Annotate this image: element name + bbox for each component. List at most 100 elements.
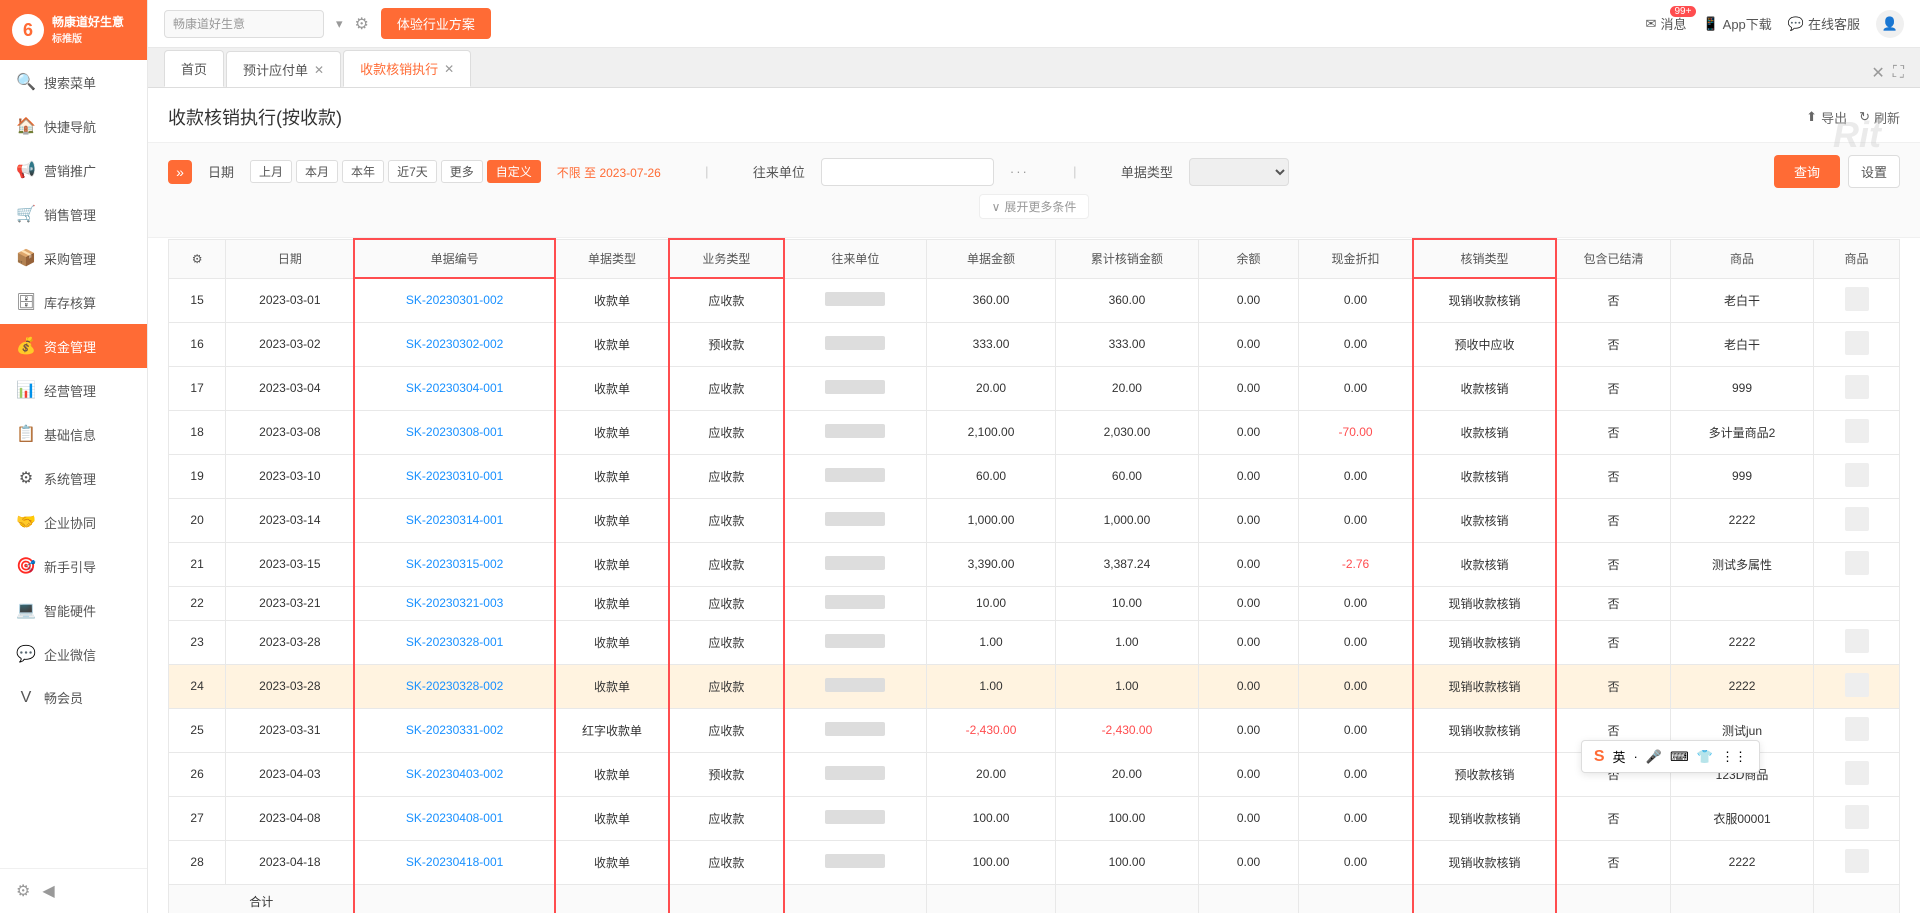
filter-date-last-month[interactable]: 上月 bbox=[250, 160, 292, 183]
voucher-link[interactable]: SK-20230314-001 bbox=[406, 513, 503, 527]
filter-expand-button[interactable]: » bbox=[168, 160, 192, 184]
watermark-mic-icon[interactable]: 🎤 bbox=[1646, 749, 1662, 765]
cell-cash-discount: 0.00 bbox=[1299, 498, 1413, 542]
cell-date: 2023-03-02 bbox=[226, 322, 355, 366]
cell-balance: 0.00 bbox=[1198, 752, 1298, 796]
col-header-date: 日期 bbox=[226, 239, 355, 278]
tab-collection-close[interactable]: ✕ bbox=[444, 62, 454, 76]
sidebar-item-inventory[interactable]: 🗄库存核算 bbox=[0, 280, 147, 324]
col-header-gear[interactable]: ⚙ bbox=[169, 239, 226, 278]
filter-date-this-year[interactable]: 本年 bbox=[342, 160, 384, 183]
sidebar-item-hardware[interactable]: 💻智能硬件 bbox=[0, 588, 147, 632]
cell-date: 2023-04-08 bbox=[226, 796, 355, 840]
sidebar-item-quicknav[interactable]: 🏠快捷导航 bbox=[0, 104, 147, 148]
cell-balance: 0.00 bbox=[1198, 586, 1298, 620]
voucher-link[interactable]: SK-20230331-002 bbox=[406, 723, 503, 737]
cell-balance: 0.00 bbox=[1198, 498, 1298, 542]
tab-home[interactable]: 首页 bbox=[164, 50, 224, 87]
voucher-link[interactable]: SK-20230403-002 bbox=[406, 767, 503, 781]
sidebar-item-operations[interactable]: 📊经营管理 bbox=[0, 368, 147, 412]
cell-row-num: 23 bbox=[169, 620, 226, 664]
sidebar-item-collab[interactable]: 🤝企业协同 bbox=[0, 500, 147, 544]
sidebar-item-sales[interactable]: 🛒销售管理 bbox=[0, 192, 147, 236]
voucher-link[interactable]: SK-20230321-003 bbox=[406, 596, 503, 610]
sidebar-label-marketing: 营销推广 bbox=[44, 161, 96, 180]
sidebar-nav: 🔍搜索菜单🏠快捷导航📢营销推广🛒销售管理📦采购管理🗄库存核算💰资金管理📊经营管理… bbox=[0, 60, 147, 868]
tab-prepay-close[interactable]: ✕ bbox=[314, 63, 324, 77]
tab-prepay[interactable]: 预计应付单 ✕ bbox=[226, 51, 341, 87]
watermark-grid-icon[interactable]: ⋮⋮ bbox=[1721, 749, 1747, 765]
voucher-link[interactable]: SK-20230301-002 bbox=[406, 293, 503, 307]
sidebar-item-basic[interactable]: 📋基础信息 bbox=[0, 412, 147, 456]
expand-more-button[interactable]: ∨ 展开更多条件 bbox=[979, 194, 1090, 219]
cell-balance: 0.00 bbox=[1198, 410, 1298, 454]
close-tab-icon[interactable]: ✕ bbox=[1871, 63, 1884, 83]
maximize-tab-icon[interactable]: ⛶ bbox=[1893, 64, 1904, 82]
voucher-link[interactable]: SK-20230310-001 bbox=[406, 469, 503, 483]
sidebar-item-wechat[interactable]: 💬企业微信 bbox=[0, 632, 147, 676]
col-header-product2: 商品 bbox=[1814, 239, 1900, 278]
cell-voucher-type: 收款单 bbox=[555, 586, 669, 620]
sidebar-item-member[interactable]: V畅会员 bbox=[0, 676, 147, 719]
voucher-link[interactable]: SK-20230302-002 bbox=[406, 337, 503, 351]
sidebar-item-marketing[interactable]: 📢营销推广 bbox=[0, 148, 147, 192]
export-button[interactable]: ⬆ 导出 bbox=[1806, 108, 1847, 127]
user-avatar[interactable]: 👤 bbox=[1876, 10, 1904, 38]
cell-voucher-type: 收款单 bbox=[555, 278, 669, 322]
sidebar-item-guide[interactable]: 🎯新手引导 bbox=[0, 544, 147, 588]
filter-settings-button[interactable]: 设置 bbox=[1848, 155, 1900, 188]
cell-product-img bbox=[1814, 322, 1900, 366]
totals-offset-type bbox=[1413, 884, 1556, 913]
sidebar-label-purchase: 采购管理 bbox=[44, 249, 96, 268]
online-service-link[interactable]: 💬 在线客服 bbox=[1788, 14, 1860, 33]
voucher-link[interactable]: SK-20230304-001 bbox=[406, 381, 503, 395]
collapse-sidebar-icon[interactable]: ◀ bbox=[42, 881, 54, 901]
filter-date-7days[interactable]: 近7天 bbox=[388, 160, 437, 183]
cell-include-settled: 否 bbox=[1556, 366, 1670, 410]
filter-date-label: 日期 bbox=[208, 162, 234, 181]
message-button[interactable]: ✉ 消息 99+ bbox=[1646, 14, 1687, 33]
sidebar-label-wechat: 企业微信 bbox=[44, 645, 96, 664]
filter-date-this-month[interactable]: 本月 bbox=[296, 160, 338, 183]
cell-amount: 20.00 bbox=[927, 752, 1056, 796]
watermark-shirt-icon[interactable]: 👕 bbox=[1697, 749, 1713, 765]
collab-icon: 🤝 bbox=[16, 512, 36, 532]
cell-product: 999 bbox=[1671, 366, 1814, 410]
filter-counterpart-input[interactable] bbox=[821, 158, 994, 186]
main-area: ▾ ⚙ 体验行业方案 ✉ 消息 99+ 📱 App下载 💬 在线客服 👤 首页 bbox=[148, 0, 1920, 913]
voucher-link[interactable]: SK-20230308-001 bbox=[406, 425, 503, 439]
watermark-keyboard-icon[interactable]: ⌨ bbox=[1670, 749, 1689, 765]
filter-date-custom[interactable]: 自定义 bbox=[487, 160, 541, 183]
filter-query-button[interactable]: 查询 bbox=[1774, 155, 1840, 188]
cell-row-num: 21 bbox=[169, 542, 226, 586]
sidebar-item-search[interactable]: 🔍搜索菜单 bbox=[0, 60, 147, 104]
topbar-gear-icon[interactable]: ⚙ bbox=[355, 14, 369, 34]
voucher-link[interactable]: SK-20230315-002 bbox=[406, 557, 503, 571]
export-label: 导出 bbox=[1821, 108, 1847, 127]
sidebar-item-system[interactable]: ⚙系统管理 bbox=[0, 456, 147, 500]
cell-offset-type: 现销收款核销 bbox=[1413, 620, 1556, 664]
voucher-link[interactable]: SK-20230328-002 bbox=[406, 679, 503, 693]
totals-include-settled bbox=[1556, 884, 1670, 913]
voucher-link[interactable]: SK-20230418-001 bbox=[406, 855, 503, 869]
filter-voucher-type-select[interactable] bbox=[1189, 158, 1289, 186]
filter-date-more[interactable]: 更多 bbox=[441, 160, 483, 183]
refresh-button[interactable]: ↻ 刷新 bbox=[1859, 108, 1900, 127]
sidebar-item-purchase[interactable]: 📦采购管理 bbox=[0, 236, 147, 280]
cell-product-img bbox=[1814, 752, 1900, 796]
voucher-link[interactable]: SK-20230408-001 bbox=[406, 811, 503, 825]
table-row: 15 2023-03-01 SK-20230301-002 收款单 应收款 36… bbox=[169, 278, 1900, 322]
app-download-link[interactable]: 📱 App下载 bbox=[1702, 14, 1771, 33]
tab-collection[interactable]: 收款核销执行 ✕ bbox=[343, 50, 471, 87]
cell-amount: 100.00 bbox=[927, 796, 1056, 840]
voucher-link[interactable]: SK-20230328-001 bbox=[406, 635, 503, 649]
app-version: 标推版 bbox=[52, 30, 124, 45]
settings-footer-icon[interactable]: ⚙ bbox=[16, 881, 30, 901]
sidebar-item-finance[interactable]: 💰资金管理 bbox=[0, 324, 147, 368]
topbar-dropdown-arrow[interactable]: ▾ bbox=[336, 16, 343, 32]
message-icon: ✉ bbox=[1646, 16, 1657, 32]
cell-biz-type: 应收款 bbox=[669, 498, 783, 542]
topbar-search-input[interactable] bbox=[164, 10, 324, 38]
industry-solution-button[interactable]: 体验行业方案 bbox=[381, 8, 491, 39]
ime-watermark: S 英 · 🎤 ⌨ 👕 ⋮⋮ bbox=[1581, 740, 1760, 773]
